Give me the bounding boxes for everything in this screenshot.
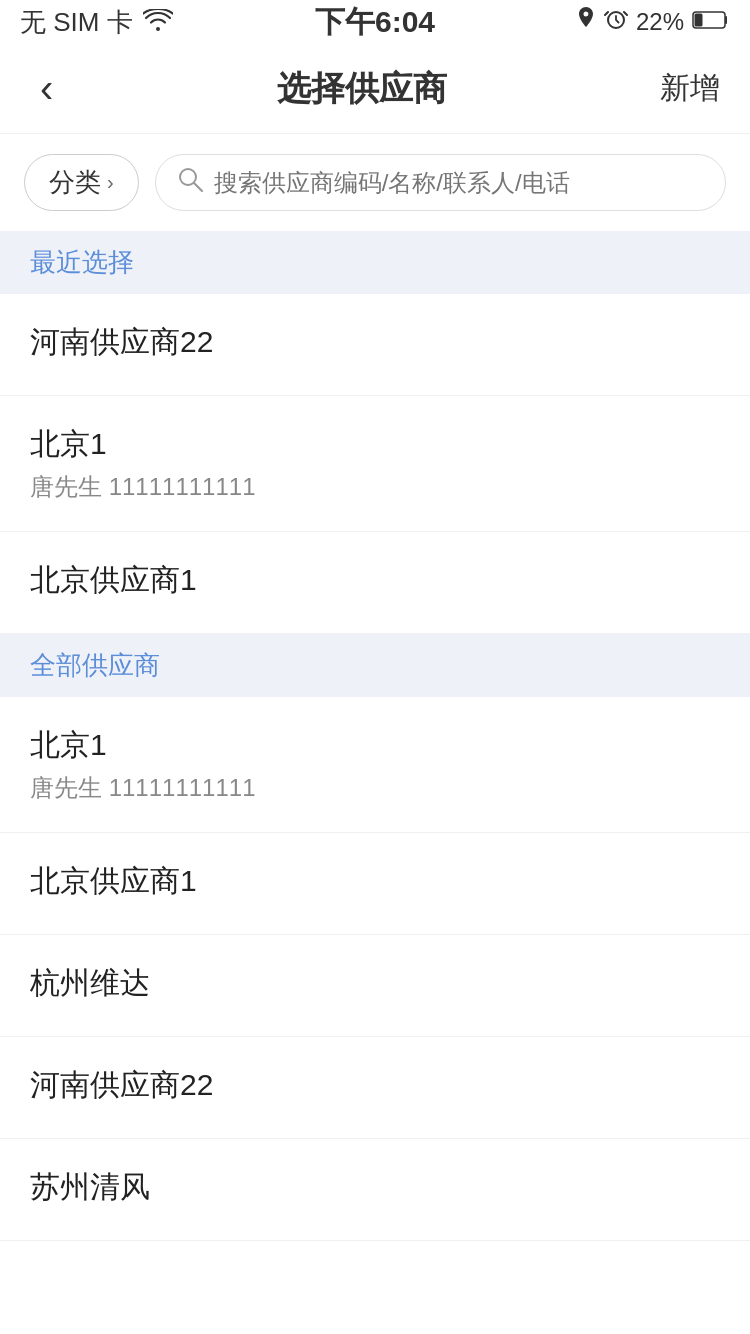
status-left: 无 SIM 卡 [20,5,173,40]
recent-section-label: 最近选择 [30,247,134,277]
search-input[interactable] [214,169,705,197]
nav-bar: ‹ 选择供应商 新增 [0,44,750,134]
status-bar: 无 SIM 卡 下午6:04 22% [0,0,750,44]
all-section-header: 全部供应商 [0,634,750,697]
item-sub: 唐先生 11111111111 [30,772,720,804]
list-item[interactable]: 北京1 唐先生 11111111111 [0,396,750,532]
chevron-right-icon: › [107,171,114,194]
list-item[interactable]: 河南供应商22 [0,1037,750,1139]
filter-row: 分类 › [0,134,750,231]
list-item[interactable]: 苏州清风 [0,1139,750,1241]
list-item[interactable]: 河南供应商22 [0,294,750,396]
recent-list: 河南供应商22 北京1 唐先生 11111111111 北京供应商1 [0,294,750,634]
item-name: 苏州清风 [30,1167,720,1208]
item-name: 河南供应商22 [30,1065,720,1106]
page-title: 选择供应商 [277,66,447,112]
svg-rect-2 [695,14,703,27]
add-button[interactable]: 新增 [660,68,720,109]
status-time: 下午6:04 [315,2,435,43]
list-item[interactable]: 北京供应商1 [0,833,750,935]
item-name: 北京供应商1 [30,861,720,902]
location-icon [576,7,596,37]
list-item[interactable]: 杭州维达 [0,935,750,1037]
category-filter-button[interactable]: 分类 › [24,154,139,211]
all-section-label: 全部供应商 [30,650,160,680]
back-button[interactable]: ‹ [30,56,63,121]
item-sub: 唐先生 11111111111 [30,471,720,503]
wifi-icon [143,7,173,38]
category-label: 分类 [49,165,101,200]
all-list: 北京1 唐先生 11111111111 北京供应商1 杭州维达河南供应商22 苏州清风 [0,697,750,1241]
item-name: 河南供应商22 [30,322,720,363]
list-item[interactable]: 北京供应商1 [0,532,750,634]
item-name: 杭州维达 [30,963,720,1004]
status-right: 22% [576,7,730,37]
svg-line-4 [194,183,202,191]
item-name: 北京供应商1 [30,560,720,601]
search-box[interactable] [155,154,726,211]
item-name: 北京1 [30,725,720,766]
list-item[interactable]: 北京1 唐先生 11111111111 [0,697,750,833]
recent-section-header: 最近选择 [0,231,750,294]
search-icon [176,165,204,200]
battery-icon [692,8,730,36]
battery-label: 22% [636,8,684,36]
item-name: 北京1 [30,424,720,465]
alarm-icon [604,7,628,37]
sim-label: 无 SIM 卡 [20,5,133,40]
